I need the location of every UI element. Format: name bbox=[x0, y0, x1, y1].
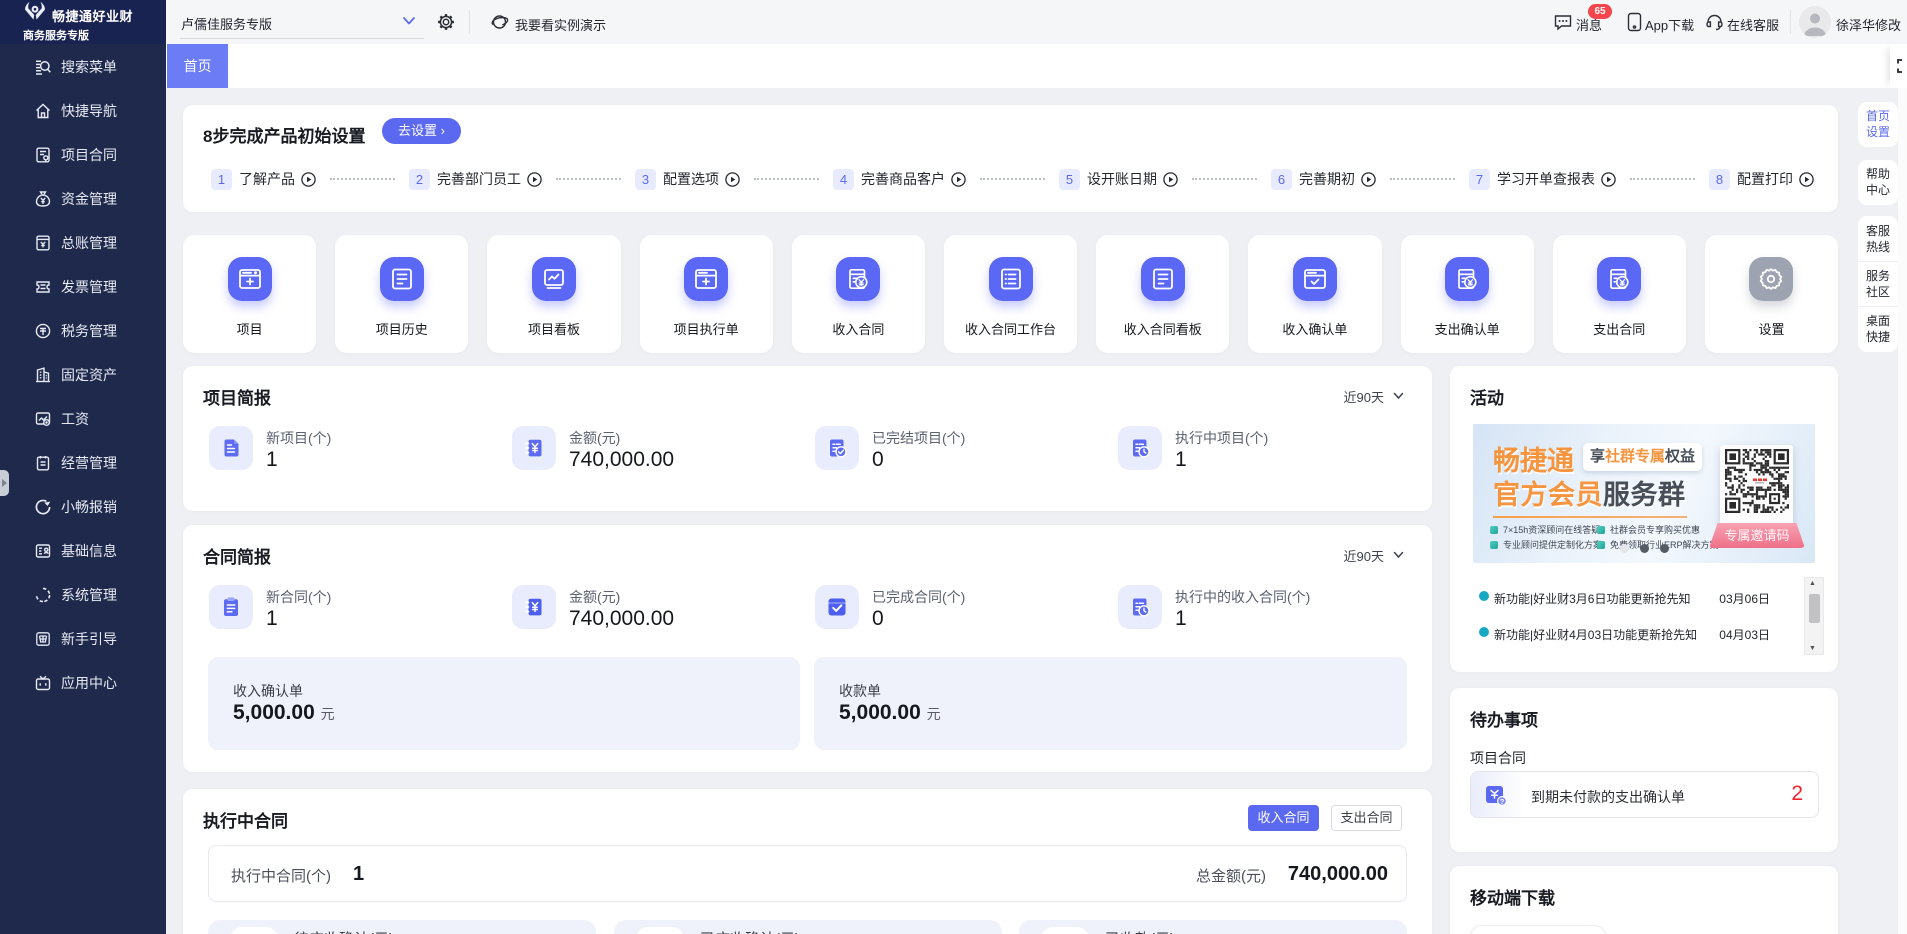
svg-text:?: ? bbox=[1500, 797, 1505, 806]
